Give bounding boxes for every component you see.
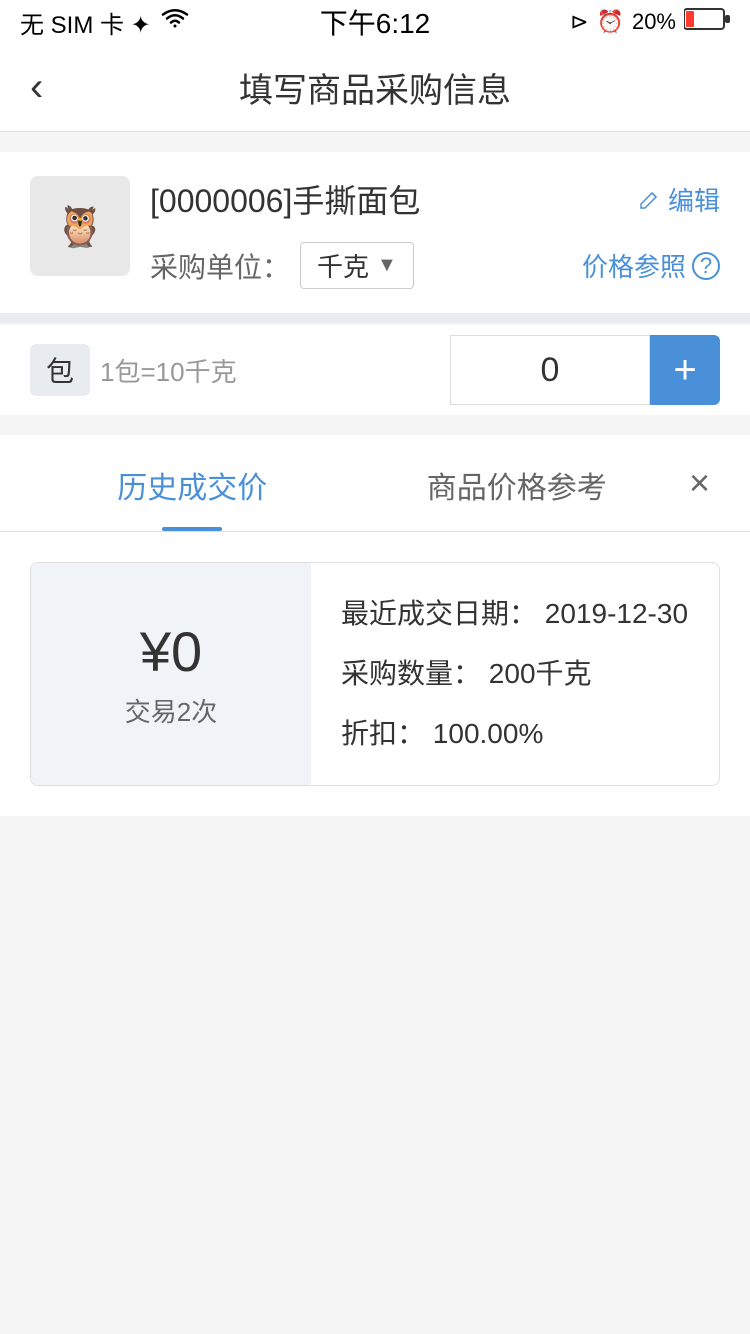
transaction-section: ¥0 交易2次 最近成交日期： 2019-12-30 采购数量： 200千克 折… xyxy=(0,532,750,816)
transaction-detail-date: 最近成交日期： 2019-12-30 xyxy=(341,593,689,635)
status-bar: 无 SIM 卡 ✦ 下午6:12 ⊳ ⏰ 20% xyxy=(0,0,750,44)
location-icon: ⊳ xyxy=(570,9,588,35)
quantity-value: 200千克 xyxy=(489,658,592,689)
quantity-row: 包 1包=10千克 + xyxy=(30,325,720,415)
status-right: ⊳ ⏰ 20% xyxy=(570,7,730,37)
status-left: 无 SIM 卡 ✦ xyxy=(20,5,189,40)
tab-history-price[interactable]: 历史成交价 xyxy=(30,435,354,531)
quantity-input[interactable] xyxy=(450,335,650,405)
price-reference-button[interactable]: 价格参照 ? xyxy=(582,247,720,284)
page-title: 填写商品采购信息 xyxy=(239,63,511,112)
help-icon: ? xyxy=(692,252,720,280)
date-label: 最近成交日期： xyxy=(341,598,537,629)
status-time: 下午6:12 xyxy=(320,2,431,42)
back-button[interactable]: ‹ xyxy=(20,55,53,120)
plus-icon: + xyxy=(673,348,696,393)
discount-label: 折扣： xyxy=(341,718,425,749)
edit-button[interactable]: 编辑 xyxy=(638,181,720,218)
battery-icon xyxy=(684,7,730,37)
transaction-card: ¥0 交易2次 最近成交日期： 2019-12-30 采购数量： 200千克 折… xyxy=(30,562,720,786)
quantity-input-group: + xyxy=(450,335,720,405)
wifi-icon xyxy=(161,8,189,37)
price-ref-label: 价格参照 xyxy=(582,247,686,284)
unit-info: 包 1包=10千克 xyxy=(30,344,237,396)
close-button[interactable]: × xyxy=(679,452,720,514)
edit-label: 编辑 xyxy=(668,181,720,218)
product-image: 🦉 xyxy=(30,176,130,276)
product-card: 🦉 [0000006]手撕面包 编辑 采购单位： 千克 ▼ xyxy=(0,152,750,313)
price-value: 0 xyxy=(171,620,202,683)
transaction-details-panel: 最近成交日期： 2019-12-30 采购数量： 200千克 折扣： 100.0… xyxy=(311,563,719,785)
unit-selector[interactable]: 千克 ▼ xyxy=(300,242,414,289)
discount-value: 100.00% xyxy=(433,718,544,749)
transaction-detail-quantity: 采购数量： 200千克 xyxy=(341,653,689,695)
quantity-label: 采购数量： xyxy=(341,658,481,689)
section-divider xyxy=(0,313,750,323)
date-value: 2019-12-30 xyxy=(545,598,688,629)
increment-button[interactable]: + xyxy=(650,335,720,405)
product-thumbnail: 🦉 xyxy=(55,203,105,250)
product-full-name: [0000006]手撕面包 xyxy=(150,176,420,222)
sim-status: 无 SIM 卡 ✦ xyxy=(20,5,151,40)
product-unit-row: 采购单位： 千克 ▼ 价格参照 ? xyxy=(150,242,720,289)
unit-conversion: 1包=10千克 xyxy=(100,352,237,389)
product-info: [0000006]手撕面包 编辑 采购单位： 千克 ▼ xyxy=(150,176,720,289)
tab-product-label: 商品价格参考 xyxy=(427,472,607,505)
unit-label: 采购单位： xyxy=(150,246,290,286)
unit-value: 千克 xyxy=(317,247,369,284)
alarm-icon: ⏰ xyxy=(597,9,624,35)
tabs-section: 历史成交价 商品价格参考 × ¥0 交易2次 最近成交日期： 2019- xyxy=(0,435,750,816)
dropdown-arrow-icon: ▼ xyxy=(377,254,397,277)
nav-bar: ‹ 填写商品采购信息 xyxy=(0,44,750,132)
unit-badge: 包 xyxy=(30,344,90,396)
currency-symbol: ¥ xyxy=(140,620,171,683)
tab-product-price[interactable]: 商品价格参考 xyxy=(354,435,678,531)
tabs-header: 历史成交价 商品价格参考 × xyxy=(0,435,750,532)
transaction-price-panel: ¥0 交易2次 xyxy=(31,563,311,785)
battery-percent: 20% xyxy=(632,9,676,35)
product-title-row: [0000006]手撕面包 编辑 xyxy=(150,176,720,222)
tab-history-label: 历史成交价 xyxy=(117,472,267,505)
quantity-section: 包 1包=10千克 + xyxy=(0,325,750,415)
product-header: 🦉 [0000006]手撕面包 编辑 采购单位： 千克 ▼ xyxy=(30,176,720,289)
transaction-price: ¥0 xyxy=(140,619,202,684)
transaction-count: 交易2次 xyxy=(125,692,217,729)
transaction-detail-discount: 折扣： 100.00% xyxy=(341,713,689,755)
main-content: 历史成交价 商品价格参考 × ¥0 交易2次 最近成交日期： 2019- xyxy=(0,435,750,1135)
